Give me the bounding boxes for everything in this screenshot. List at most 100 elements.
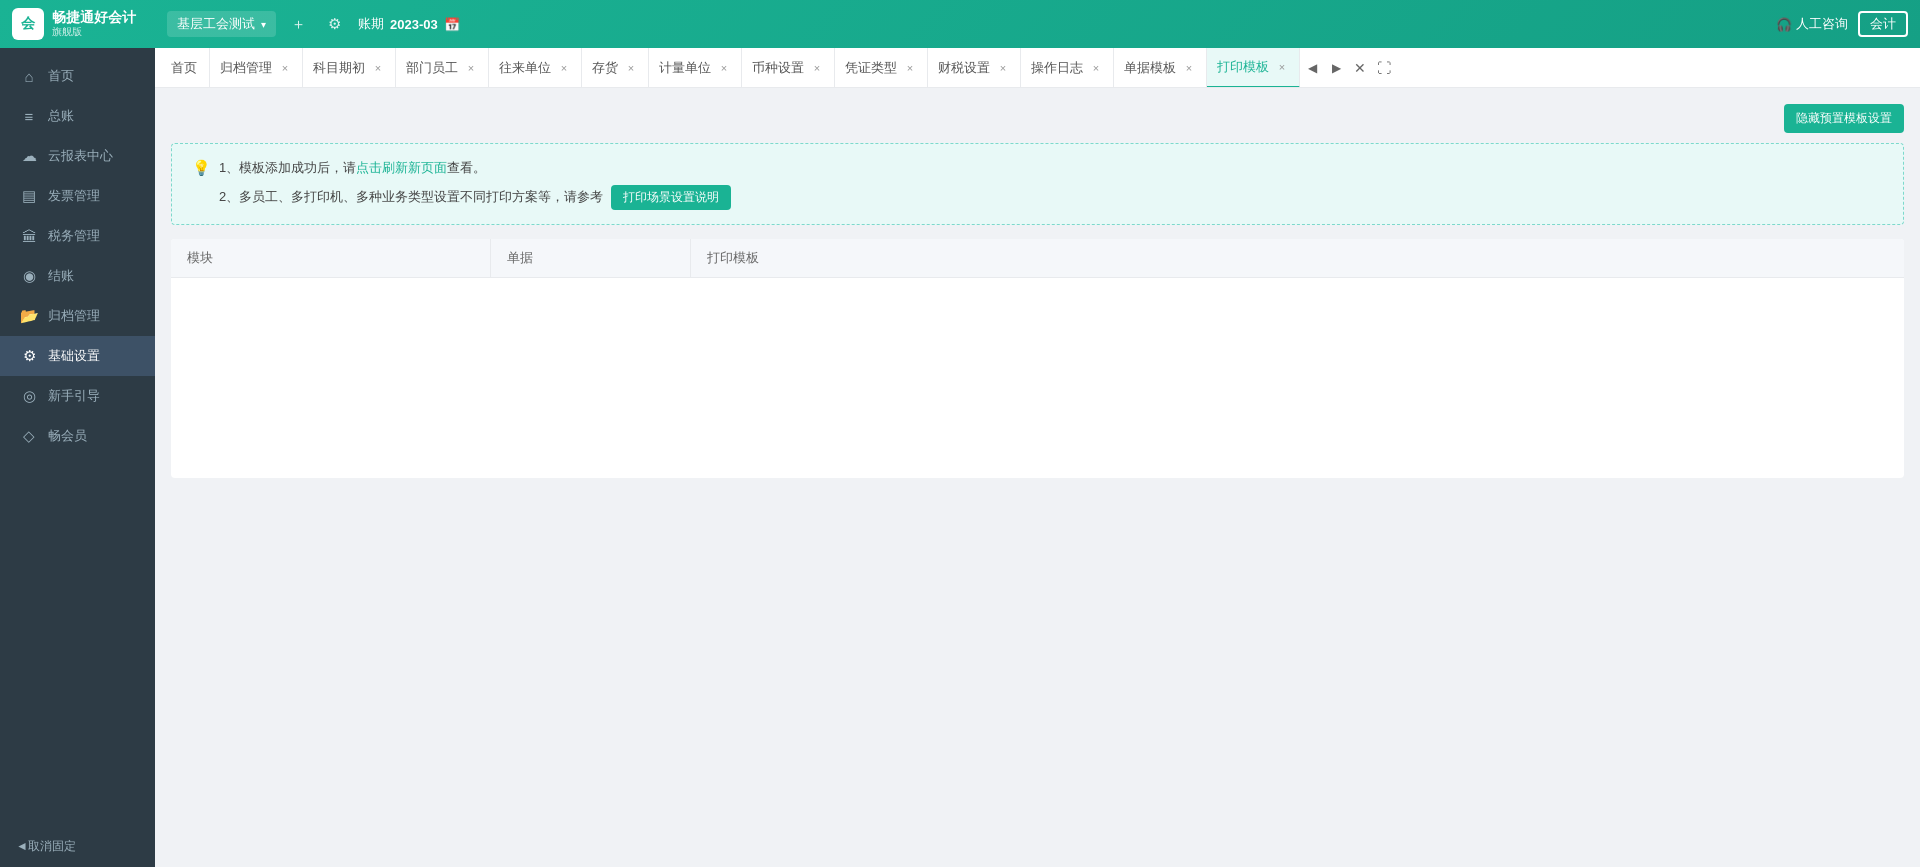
tab-close-tax-setting[interactable]: ×: [996, 61, 1010, 75]
expand-button[interactable]: ⛶: [1372, 48, 1396, 88]
tab-close-inventory[interactable]: ×: [624, 61, 638, 75]
table-body: [171, 278, 1904, 478]
top-actions: ＋ ⚙: [284, 10, 348, 38]
sidebar-label-archive: 归档管理: [48, 307, 100, 325]
top-bar: 会 畅捷通好会计 旗舰版 基层工会测试 ▾ ＋ ⚙ 账期 2023-03 📅 🎧…: [0, 0, 1920, 48]
invoice-icon: ▤: [20, 187, 38, 205]
company-name: 基层工会测试: [177, 15, 255, 33]
tab-prev-button[interactable]: ◀: [1300, 48, 1324, 88]
sidebar-label-basic: 基础设置: [48, 347, 100, 365]
tab-subject-init[interactable]: 科目期初 ×: [303, 48, 396, 88]
sidebar-label-reports: 云报表中心: [48, 147, 113, 165]
data-table: 模块 单据 打印模板: [171, 239, 1904, 478]
tab-close-voucher-type[interactable]: ×: [903, 61, 917, 75]
sidebar-item-invoice[interactable]: ▤ 发票管理: [0, 176, 155, 216]
sidebar-label-home: 首页: [48, 67, 74, 85]
home-icon: ⌂: [20, 68, 38, 85]
sidebar-item-guide[interactable]: ◎ 新手引导: [0, 376, 155, 416]
tab-close-print-template[interactable]: ×: [1275, 60, 1289, 74]
period-value: 2023-03: [390, 17, 438, 32]
closing-icon: ◉: [20, 267, 38, 285]
content-area: 首页 归档管理 × 科目期初 × 部门员工 × 往来单位 ×: [155, 48, 1920, 867]
bulb-icon: 💡: [192, 159, 211, 177]
close-all-tabs-button[interactable]: ✕: [1348, 48, 1372, 88]
sidebar-item-basic[interactable]: ⚙ 基础设置: [0, 336, 155, 376]
tab-currency[interactable]: 币种设置 ×: [742, 48, 835, 88]
sidebar: ⌂ 首页 ≡ 总账 ☁ 云报表中心 ▤ 发票管理 🏛 税务管理 ◉ 结账: [0, 48, 155, 867]
tab-close-op-log[interactable]: ×: [1089, 61, 1103, 75]
tab-close-archive-mgmt[interactable]: ×: [278, 61, 292, 75]
tab-dept-staff[interactable]: 部门员工 ×: [396, 48, 489, 88]
tab-single-template[interactable]: 单据模板 ×: [1114, 48, 1207, 88]
unpin-button[interactable]: ◄取消固定: [0, 826, 155, 867]
tab-print-template[interactable]: 打印模板 ×: [1207, 48, 1300, 88]
logo-text: 畅捷通好会计: [52, 9, 136, 26]
tab-voucher-type[interactable]: 凭证类型 ×: [835, 48, 928, 88]
logo-sub: 旗舰版: [52, 25, 136, 39]
tab-close-subject-init[interactable]: ×: [371, 61, 385, 75]
info-box: 💡 1、模板添加成功后，请点击刷新新页面查看。 💡 2、多员工、多打印机、多种业…: [171, 143, 1904, 225]
info-text-2: 2、多员工、多打印机、多种业务类型设置不同打印方案等，请参考 打印场景设置说明: [219, 185, 735, 210]
tab-next-button[interactable]: ▶: [1324, 48, 1348, 88]
sidebar-item-reports[interactable]: ☁ 云报表中心: [0, 136, 155, 176]
sidebar-item-tax[interactable]: 🏛 税务管理: [0, 216, 155, 256]
guide-icon: ◎: [20, 387, 38, 405]
info-row-1: 💡 1、模板添加成功后，请点击刷新新页面查看。: [192, 158, 1883, 179]
tab-tax-setting[interactable]: 财税设置 ×: [928, 48, 1021, 88]
sidebar-label-member: 畅会员: [48, 427, 87, 445]
sidebar-label-guide: 新手引导: [48, 387, 100, 405]
col-module: 模块: [171, 239, 491, 277]
sidebar-item-member[interactable]: ◇ 畅会员: [0, 416, 155, 456]
sidebar-label-invoice: 发票管理: [48, 187, 100, 205]
page-content: 隐藏预置模板设置 💡 1、模板添加成功后，请点击刷新新页面查看。 💡 2、多员工…: [155, 88, 1920, 867]
tab-unit[interactable]: 计量单位 ×: [649, 48, 742, 88]
basic-icon: ⚙: [20, 347, 38, 365]
refresh-link[interactable]: 点击刷新新页面: [356, 160, 447, 175]
sidebar-item-archive[interactable]: 📂 归档管理: [0, 296, 155, 336]
tab-close-currency[interactable]: ×: [810, 61, 824, 75]
sidebar-label-closing: 结账: [48, 267, 74, 285]
account-button[interactable]: 会计: [1858, 11, 1908, 37]
col-print-template: 打印模板: [691, 239, 1904, 277]
top-right: 🎧 人工咨询 会计: [1776, 11, 1908, 37]
tab-customer[interactable]: 往来单位 ×: [489, 48, 582, 88]
info-row-2: 💡 2、多员工、多打印机、多种业务类型设置不同打印方案等，请参考 打印场景设置说…: [192, 185, 1883, 210]
sidebar-item-closing[interactable]: ◉ 结账: [0, 256, 155, 296]
tab-bar: 首页 归档管理 × 科目期初 × 部门员工 × 往来单位 ×: [155, 48, 1920, 88]
tab-home[interactable]: 首页: [159, 48, 210, 88]
tab-close-dept-staff[interactable]: ×: [464, 61, 478, 75]
ledger-icon: ≡: [20, 108, 38, 125]
logo-area: 会 畅捷通好会计 旗舰版: [12, 8, 167, 40]
support-button[interactable]: 🎧 人工咨询: [1776, 15, 1848, 33]
tab-close-customer[interactable]: ×: [557, 61, 571, 75]
sidebar-label-tax: 税务管理: [48, 227, 100, 245]
col-document: 单据: [491, 239, 691, 277]
company-dropdown-icon: ▾: [261, 19, 266, 30]
table-header: 模块 单据 打印模板: [171, 239, 1904, 278]
period-label: 账期: [358, 15, 384, 33]
calendar-icon[interactable]: 📅: [444, 17, 460, 32]
info-text-1: 1、模板添加成功后，请点击刷新新页面查看。: [219, 158, 486, 179]
sidebar-label-ledger: 总账: [48, 107, 74, 125]
headset-icon: 🎧: [1776, 17, 1792, 32]
reports-icon: ☁: [20, 147, 38, 165]
unpin-label: ◄取消固定: [16, 838, 76, 855]
tax-icon: 🏛: [20, 228, 38, 245]
archive-icon: 📂: [20, 307, 38, 325]
hide-preview-button[interactable]: 隐藏预置模板设置: [1784, 104, 1904, 133]
tab-close-single-template[interactable]: ×: [1182, 61, 1196, 75]
company-selector[interactable]: 基层工会测试 ▾: [167, 11, 276, 37]
tab-inventory[interactable]: 存货 ×: [582, 48, 649, 88]
sidebar-item-home[interactable]: ⌂ 首页: [0, 56, 155, 96]
sidebar-item-ledger[interactable]: ≡ 总账: [0, 96, 155, 136]
add-tab-button[interactable]: ＋: [284, 10, 312, 38]
main-layout: ⌂ 首页 ≡ 总账 ☁ 云报表中心 ▤ 发票管理 🏛 税务管理 ◉ 结账: [0, 48, 1920, 867]
tab-op-log[interactable]: 操作日志 ×: [1021, 48, 1114, 88]
print-scene-button[interactable]: 打印场景设置说明: [611, 185, 731, 210]
action-bar: 隐藏预置模板设置: [171, 104, 1904, 133]
logo-icon: 会: [12, 8, 44, 40]
settings-icon[interactable]: ⚙: [320, 10, 348, 38]
tab-close-unit[interactable]: ×: [717, 61, 731, 75]
tab-archive-mgmt[interactable]: 归档管理 ×: [210, 48, 303, 88]
period-area: 账期 2023-03 📅: [358, 15, 460, 33]
